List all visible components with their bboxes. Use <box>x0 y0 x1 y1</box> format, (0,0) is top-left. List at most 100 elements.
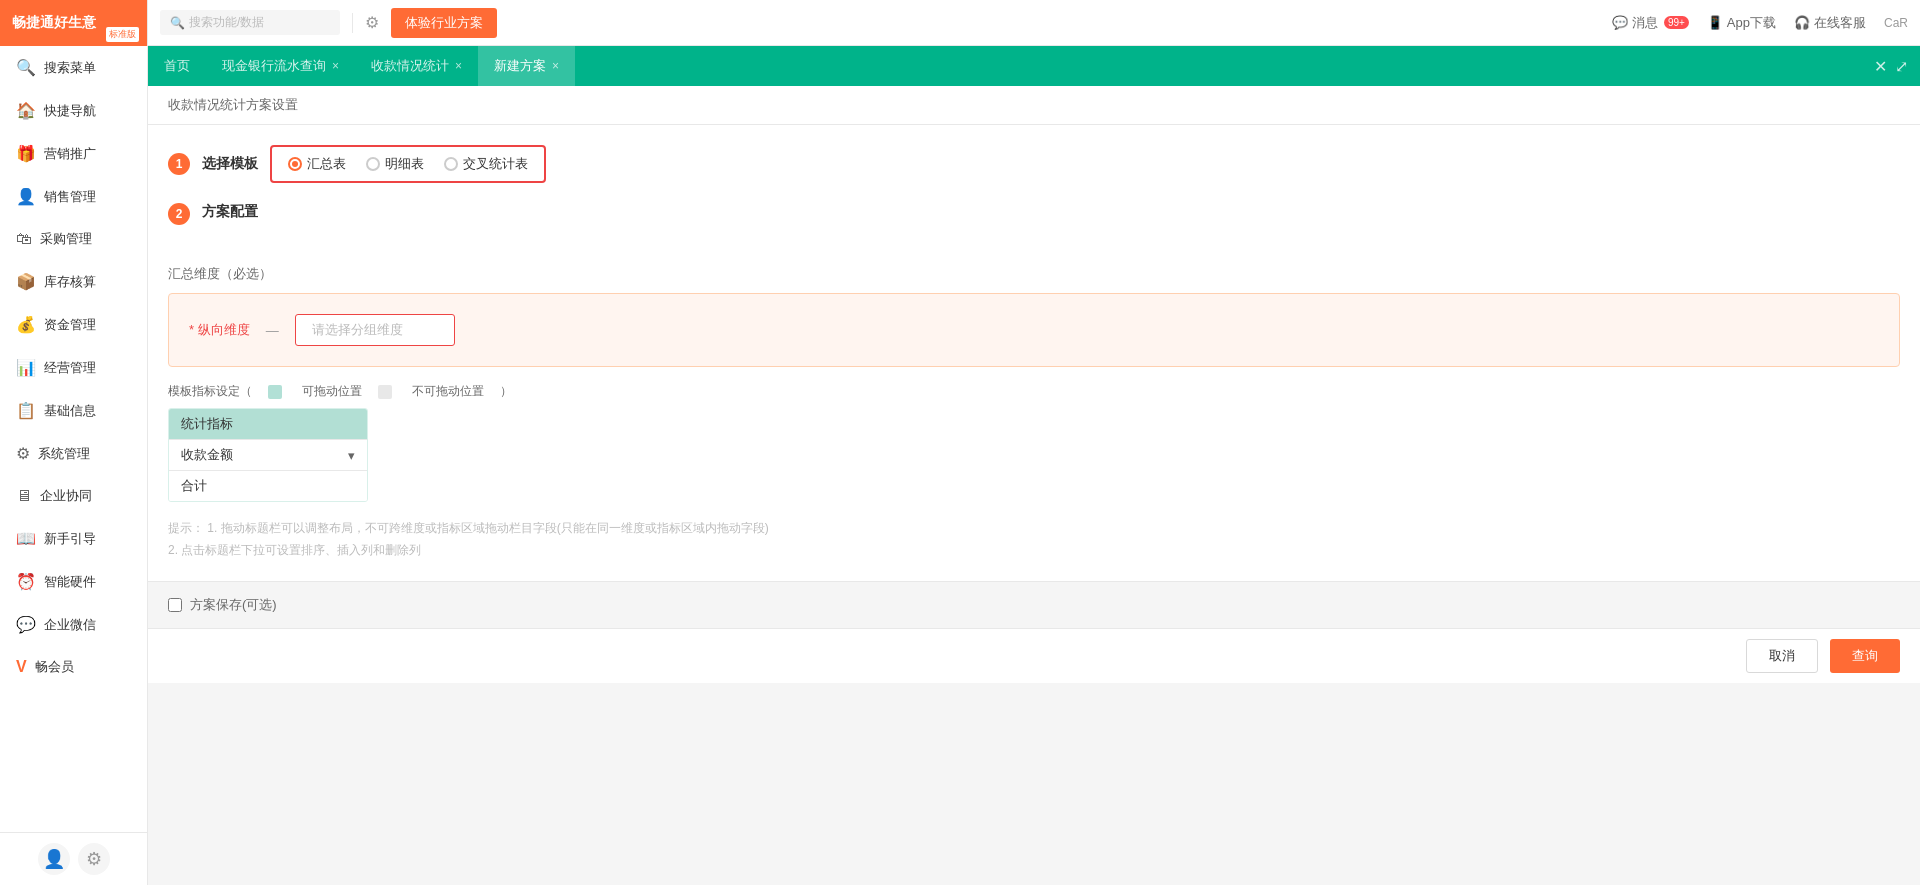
form-section: 1 选择模板 汇总表 明细表 交叉统计表 <box>148 125 1920 265</box>
tab-close-btn[interactable]: ✕ <box>1874 57 1887 76</box>
trial-button[interactable]: 体验行业方案 <box>391 8 497 38</box>
metrics-table-header: 统计指标 <box>169 409 367 439</box>
notification-label: 消息 <box>1632 14 1658 32</box>
page-title: 收款情况统计方案设置 <box>168 97 298 112</box>
template-selection-box: 汇总表 明细表 交叉统计表 <box>270 145 546 183</box>
radio-detail[interactable]: 明细表 <box>366 155 424 173</box>
chat-icon: 💬 <box>16 615 36 634</box>
download-label: App下载 <box>1727 14 1776 32</box>
sidebar-item-home[interactable]: 🏠 快捷导航 <box>0 89 147 132</box>
metrics-label-suffix: ） <box>500 383 512 400</box>
radio-cross[interactable]: 交叉统计表 <box>444 155 528 173</box>
settings-icon[interactable]: ⚙ <box>365 13 379 32</box>
sidebar-item-label: 系统管理 <box>38 445 90 463</box>
service-item[interactable]: 🎧 在线客服 <box>1794 14 1866 32</box>
sidebar: 畅捷通好生意 标准版 🔍 搜索菜单 🏠 快捷导航 🎁 营销推广 👤 销售管理 🛍… <box>0 0 148 885</box>
sidebar-item-basic[interactable]: 📋 基础信息 <box>0 389 147 432</box>
sidebar-item-member[interactable]: V 畅会员 <box>0 646 147 688</box>
topbar: 🔍 搜索功能/数据 ⚙ 体验行业方案 💬 消息 99+ 📱 App下载 🎧 在线… <box>148 0 1920 46</box>
settings-bottom-icon[interactable]: ⚙ <box>78 843 110 875</box>
logo-badge: 标准版 <box>106 27 139 42</box>
radio-dot-summary <box>288 157 302 171</box>
dimension-area: * 纵向维度 — 请选择分组维度 <box>168 293 1900 367</box>
tab-bank-label: 现金银行流水查询 <box>222 57 326 75</box>
tab-bank[interactable]: 现金银行流水查询 × <box>206 46 355 86</box>
sidebar-item-label: 企业微信 <box>44 616 96 634</box>
tab-expand-btn[interactable]: ⤢ <box>1895 57 1908 76</box>
tab-new-plan[interactable]: 新建方案 × <box>478 46 575 86</box>
tab-right-buttons: ✕ ⤢ <box>1874 57 1920 76</box>
logo-text: 畅捷通好生意 <box>12 14 96 32</box>
metrics-section-title: 模板指标设定（ <box>168 383 252 400</box>
sidebar-item-sales[interactable]: 👤 销售管理 <box>0 175 147 218</box>
query-button[interactable]: 查询 <box>1830 639 1900 673</box>
step1-row: 1 选择模板 汇总表 明细表 交叉统计表 <box>168 145 1900 183</box>
sidebar-item-wechat[interactable]: 💬 企业微信 <box>0 603 147 646</box>
money-icon: 💰 <box>16 315 36 334</box>
sidebar-item-management[interactable]: 📊 经营管理 <box>0 346 147 389</box>
search-icon: 🔍 <box>170 16 185 30</box>
user-name[interactable]: CaR <box>1884 16 1908 30</box>
user-avatar-icon[interactable]: 👤 <box>38 843 70 875</box>
tabbar: 首页 现金银行流水查询 × 收款情况统计 × 新建方案 × ✕ ⤢ <box>148 46 1920 86</box>
sidebar-item-enterprise[interactable]: 🖥 企业协同 <box>0 475 147 517</box>
sidebar-item-search[interactable]: 🔍 搜索菜单 <box>0 46 147 89</box>
sidebar-item-label: 新手引导 <box>44 530 96 548</box>
metrics-cell-amount[interactable]: 收款金额 ▾ <box>169 439 367 470</box>
sidebar-item-guide[interactable]: 📖 新手引导 <box>0 517 147 560</box>
gear-icon: ⚙ <box>16 444 30 463</box>
tab-home[interactable]: 首页 <box>148 46 206 86</box>
dimension-select[interactable]: 请选择分组维度 <box>295 314 455 346</box>
notification-badge: 99+ <box>1664 16 1689 29</box>
tab-new-plan-close[interactable]: × <box>552 59 559 73</box>
tab-bank-close[interactable]: × <box>332 59 339 73</box>
sidebar-item-marketing[interactable]: 🎁 营销推广 <box>0 132 147 175</box>
cancel-button[interactable]: 取消 <box>1746 639 1818 673</box>
step2-row: 2 方案配置 <box>168 203 1900 225</box>
content-area: 收款情况统计方案设置 1 选择模板 汇总表 明细表 <box>148 86 1920 885</box>
service-label: 在线客服 <box>1814 14 1866 32</box>
sidebar-bottom: 👤 ⚙ <box>0 832 147 885</box>
clipboard-icon: 📋 <box>16 401 36 420</box>
dimension-title: 汇总维度（必选） <box>168 265 1900 283</box>
book-icon: 📖 <box>16 529 36 548</box>
clock-icon: ⏰ <box>16 572 36 591</box>
tip1: 提示： 1. 拖动标题栏可以调整布局，不可跨维度或指标区域拖动栏目字段(只能在同… <box>168 518 1900 540</box>
gift-icon: 🎁 <box>16 144 36 163</box>
sidebar-item-purchase[interactable]: 🛍 采购管理 <box>0 218 147 260</box>
bag-icon: 🛍 <box>16 230 32 248</box>
sidebar-item-label: 智能硬件 <box>44 573 96 591</box>
home-icon: 🏠 <box>16 101 36 120</box>
download-item[interactable]: 📱 App下载 <box>1707 14 1776 32</box>
sidebar-item-label: 采购管理 <box>40 230 92 248</box>
sidebar-item-label: 企业协同 <box>40 487 92 505</box>
metrics-cell-total: 合计 <box>169 470 367 501</box>
search-icon: 🔍 <box>16 58 36 77</box>
sidebar-item-hardware[interactable]: ⏰ 智能硬件 <box>0 560 147 603</box>
step2-title: 方案配置 <box>202 203 258 221</box>
tab-receipt[interactable]: 收款情况统计 × <box>355 46 478 86</box>
sidebar-item-label: 资金管理 <box>44 316 96 334</box>
tip2: 2. 点击标题栏下拉可设置排序、插入列和删除列 <box>168 540 1900 562</box>
radio-detail-label: 明细表 <box>385 155 424 173</box>
sidebar-item-inventory[interactable]: 📦 库存核算 <box>0 260 147 303</box>
sidebar-item-label: 销售管理 <box>44 188 96 206</box>
sidebar-item-finance[interactable]: 💰 资金管理 <box>0 303 147 346</box>
footer-bar: 取消 查询 <box>148 628 1920 683</box>
tab-receipt-close[interactable]: × <box>455 59 462 73</box>
metrics-section: 模板指标设定（ 可拖动位置 不可拖动位置 ） 统计指标 收款金额 ▾ <box>168 383 1900 502</box>
search-box[interactable]: 🔍 搜索功能/数据 <box>160 10 340 35</box>
sidebar-item-label: 经营管理 <box>44 359 96 377</box>
notification-item[interactable]: 💬 消息 99+ <box>1612 14 1689 32</box>
sidebar-item-system[interactable]: ⚙ 系统管理 <box>0 432 147 475</box>
step2-num: 2 <box>168 203 190 225</box>
vip-icon: V <box>16 658 27 676</box>
topbar-divider <box>352 13 353 33</box>
radio-summary[interactable]: 汇总表 <box>288 155 346 173</box>
main-area: 🔍 搜索功能/数据 ⚙ 体验行业方案 💬 消息 99+ 📱 App下载 🎧 在线… <box>148 0 1920 885</box>
save-checkbox[interactable] <box>168 598 182 612</box>
dimension-arrow: — <box>266 323 279 338</box>
dropdown-icon[interactable]: ▾ <box>348 448 355 463</box>
box-icon: 📦 <box>16 272 36 291</box>
sidebar-item-label: 快捷导航 <box>44 102 96 120</box>
